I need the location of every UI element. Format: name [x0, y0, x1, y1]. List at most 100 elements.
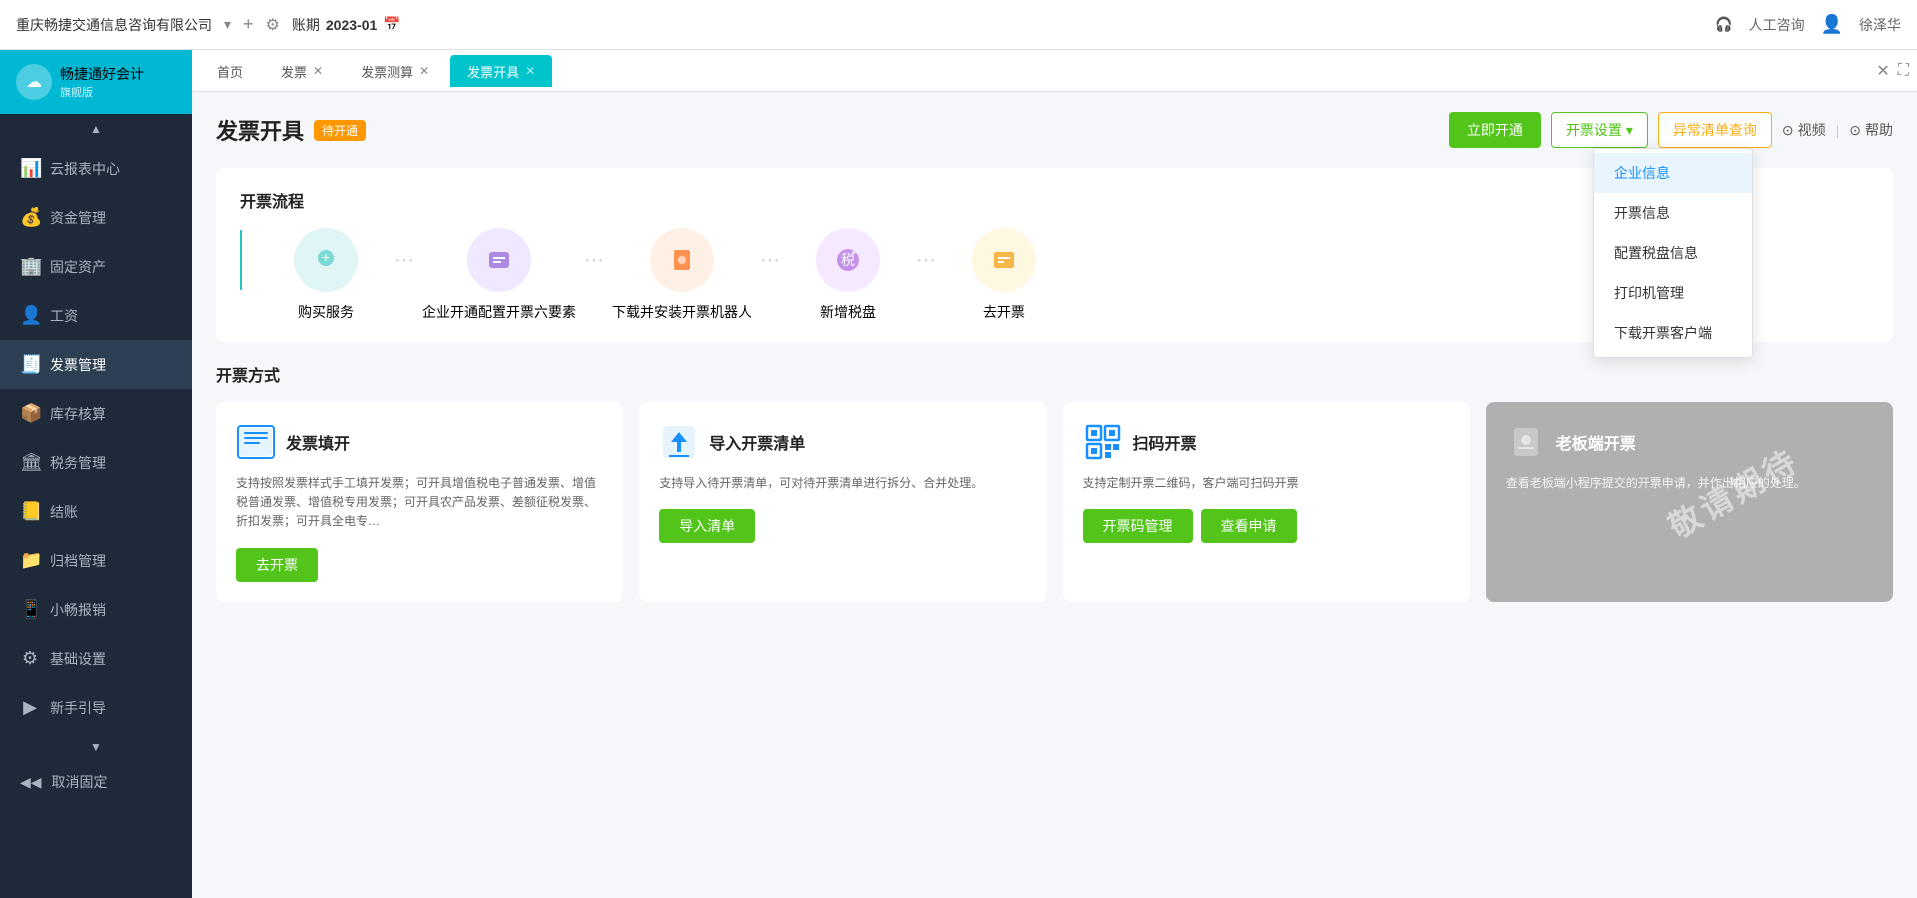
dropdown-item-printer[interactable]: 打印机管理	[1594, 273, 1752, 313]
sidebar-cancel-fixed[interactable]: ◀◀ 取消固定	[0, 762, 192, 802]
sidebar-item-guide[interactable]: ▶ 新手引导	[0, 683, 192, 732]
flow-step-2: 企业开通配置开票六要素	[422, 228, 576, 322]
help-label: 帮助	[1865, 120, 1893, 140]
tab-bar: 首页 发票 ✕ 发票测算 ✕ 发票开具 ✕ ✕ ⛶	[192, 50, 1917, 92]
sidebar-item-invoice[interactable]: 🧾 发票管理	[0, 340, 192, 389]
sidebar-item-settle[interactable]: 📒 结账	[0, 487, 192, 536]
archive-icon: 📁	[20, 550, 40, 571]
dropdown-item-invoice-info[interactable]: 开票信息	[1594, 193, 1752, 233]
sidebar-item-expense[interactable]: 📱 小畅报销	[0, 585, 192, 634]
sidebar-item-label: 归档管理	[50, 551, 106, 571]
sidebar-item-inventory[interactable]: 📦 库存核算	[0, 389, 192, 438]
user-avatar-icon: 👤	[1821, 14, 1843, 35]
video-label: 视频	[1798, 120, 1826, 140]
dropdown-item-tax-disk[interactable]: 配置税盘信息	[1594, 233, 1752, 273]
flow-divider	[240, 230, 242, 290]
tab-invoice-calc-close[interactable]: ✕	[419, 65, 429, 77]
content-area: 首页 发票 ✕ 发票测算 ✕ 发票开具 ✕ ✕ ⛶	[192, 50, 1917, 898]
method-card-import-header: 导入开票清单	[659, 422, 1026, 462]
sidebar-item-archive[interactable]: 📁 归档管理	[0, 536, 192, 585]
sidebar-item-settings[interactable]: ⚙ 基础设置	[0, 634, 192, 683]
tab-invoice-issue[interactable]: 发票开具 ✕	[450, 55, 552, 87]
sidebar-item-fixed-assets[interactable]: 🏢 固定资产	[0, 242, 192, 291]
flow-step-1-label: 购买服务	[298, 302, 354, 322]
period-label: 账期	[292, 15, 320, 35]
method-card-boss-header: 老板端开票	[1506, 422, 1873, 462]
company-dropdown-icon[interactable]: ▾	[224, 16, 231, 33]
cancel-fixed-icon: ◀◀	[20, 774, 42, 791]
flow-step-5-label: 去开票	[983, 302, 1025, 322]
sidebar-item-cloud-report[interactable]: 📊 云报表中心	[0, 144, 192, 193]
logo-text-group: 畅捷通好会计 旗舰版	[60, 64, 144, 100]
flow-arrow-3: ···	[760, 249, 780, 272]
page-header: 发票开具 待开通 立即开通 开票设置 ▾ 异常清单查询 ⊙ 视频 |	[216, 112, 1893, 148]
scan-card-desc: 支持定制开票二维码，客户端可扫码开票	[1083, 474, 1450, 493]
exception-button[interactable]: 异常清单查询	[1658, 112, 1772, 148]
tab-invoice-close[interactable]: ✕	[313, 65, 323, 77]
fill-card-title: 发票填开	[286, 430, 350, 454]
sidebar-item-fund[interactable]: 💰 资金管理	[0, 193, 192, 242]
flow-step-5: 去开票	[944, 228, 1064, 322]
flow-step-2-label: 企业开通配置开票六要素	[422, 302, 576, 322]
settings-dropdown-menu: 企业信息 开票信息 配置税盘信息 打印机管理 下载开票客户端	[1593, 148, 1753, 358]
boss-card-desc: 查看老板端小程序提交的开票申请，并作出相应的处理。	[1506, 474, 1873, 493]
user-label[interactable]: 徐泽华	[1859, 15, 1901, 35]
tab-home-label: 首页	[217, 62, 243, 81]
add-icon[interactable]: +	[243, 14, 254, 35]
settle-icon: 📒	[20, 501, 40, 522]
dropdown-item-company[interactable]: 企业信息	[1594, 153, 1752, 193]
settings-icon[interactable]: ⚙	[266, 15, 280, 35]
sidebar-logo: ☁ 畅捷通好会计 旗舰版	[0, 50, 192, 114]
invoice-icon: 🧾	[20, 354, 40, 375]
fund-icon: 💰	[20, 207, 40, 228]
dropdown-item-download-client[interactable]: 下载开票客户端	[1594, 313, 1752, 353]
settings-dropdown-arrow: ▾	[1626, 122, 1633, 139]
import-card-title: 导入开票清单	[709, 430, 805, 454]
settings-button-label: 开票设置	[1566, 120, 1622, 140]
fill-card-btn[interactable]: 去开票	[236, 548, 318, 582]
divider: |	[1836, 122, 1840, 138]
tab-maximize-icon[interactable]: ⛶	[1898, 62, 1909, 80]
tab-invoice-calc[interactable]: 发票测算 ✕	[344, 55, 446, 87]
activate-button[interactable]: 立即开通	[1449, 112, 1541, 148]
top-bar-actions: 🎧 人工咨询 👤 徐泽华	[1715, 14, 1901, 35]
period-calendar-icon[interactable]: 📅	[383, 16, 400, 33]
sidebar-item-salary[interactable]: 👤 工资	[0, 291, 192, 340]
sidebar-item-label: 云报表中心	[50, 159, 120, 179]
salary-icon: 👤	[20, 305, 40, 326]
method-section-title: 开票方式	[216, 362, 1893, 386]
flow-step-4: 税+ 新增税盘	[788, 228, 908, 322]
sidebar-scroll-down[interactable]: ▼	[0, 732, 192, 762]
sidebar-scroll-up[interactable]: ▲	[0, 114, 192, 144]
help-button[interactable]: ⊙ 帮助	[1849, 120, 1893, 140]
flow-step-3: 下载并安装开票机器人	[612, 228, 752, 322]
tab-home[interactable]: 首页	[200, 55, 260, 87]
sidebar-item-label: 工资	[50, 306, 78, 326]
flow-arrow-4: ···	[916, 249, 936, 272]
boss-card-title: 老板端开票	[1556, 430, 1636, 454]
sidebar-item-label: 库存核算	[50, 404, 106, 424]
scan-card-btn2[interactable]: 查看申请	[1201, 509, 1297, 543]
video-button[interactable]: ⊙ 视频	[1782, 120, 1826, 140]
sidebar-item-label: 固定资产	[50, 257, 106, 277]
scan-card-btn1[interactable]: 开票码管理	[1083, 509, 1193, 543]
sidebar-item-tax[interactable]: 🏛 税务管理	[0, 438, 192, 487]
page-title: 发票开具	[216, 114, 304, 146]
fixed-assets-icon: 🏢	[20, 256, 40, 277]
sidebar-item-label: 结账	[50, 502, 78, 522]
sidebar-item-label: 税务管理	[50, 453, 106, 473]
cancel-fixed-label: 取消固定	[52, 772, 108, 792]
import-card-btn[interactable]: 导入清单	[659, 509, 755, 543]
sidebar-item-label: 基础设置	[50, 649, 106, 669]
tab-invoice-issue-close[interactable]: ✕	[525, 65, 535, 77]
tab-close-all-icon[interactable]: ✕	[1876, 61, 1889, 81]
sidebar-item-label: 新手引导	[50, 698, 106, 718]
cloud-report-icon: 📊	[20, 158, 40, 179]
tab-invoice[interactable]: 发票 ✕	[264, 55, 340, 87]
settings-button[interactable]: 开票设置 ▾	[1551, 112, 1648, 148]
svg-text:+: +	[851, 248, 857, 259]
consult-label[interactable]: 人工咨询	[1749, 15, 1805, 35]
tab-invoice-issue-label: 发票开具	[467, 62, 519, 81]
company-name[interactable]: 重庆畅捷交通信息咨询有限公司	[16, 15, 212, 35]
sidebar-item-label: 小畅报销	[50, 600, 106, 620]
